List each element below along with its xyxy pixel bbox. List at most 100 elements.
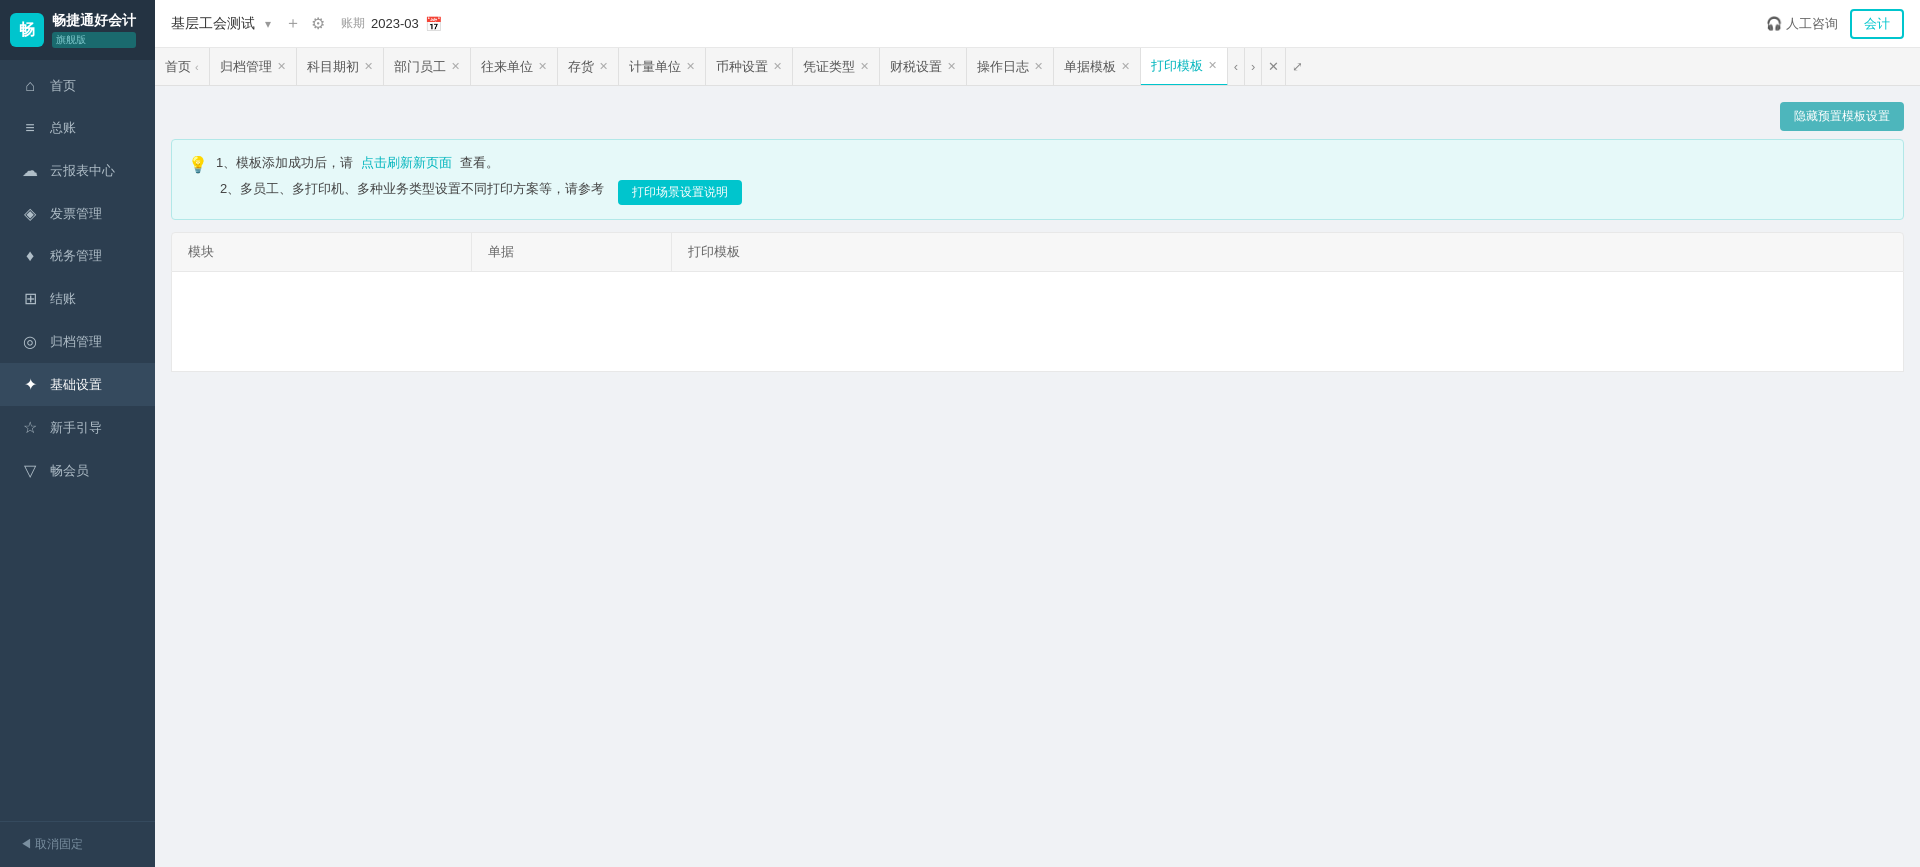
tab-next-btn[interactable]: › — [1245, 48, 1262, 86]
tab-close-print_template[interactable]: ✕ — [1208, 59, 1217, 72]
kuaiji-button[interactable]: 会计 — [1850, 9, 1904, 39]
sidebar-label-tax: 税务管理 — [50, 247, 102, 265]
tab-inventory[interactable]: 存货 ✕ — [558, 48, 619, 86]
print-scene-btn[interactable]: 打印场景设置说明 — [618, 180, 742, 205]
tab-label-print_template: 打印模板 — [1151, 57, 1203, 75]
logo-main-text: 畅捷通好会计 — [52, 12, 136, 30]
tab-label-inventory: 存货 — [568, 58, 594, 76]
sidebar-label-vip: 畅会员 — [50, 462, 89, 480]
tab-expand-btn[interactable]: ⤢ — [1286, 48, 1309, 86]
sidebar-logo: 畅 畅捷通好会计 旗舰版 — [0, 0, 155, 60]
main-area: 基层工会测试 ▾ ＋ ⚙ 账期 2023-03 📅 🎧 人工咨询 会计 首页 ‹… — [155, 0, 1920, 867]
headphone-icon: 🎧 — [1766, 16, 1782, 31]
sidebar-label-home: 首页 — [50, 77, 76, 95]
sidebar-item-home[interactable]: ⌂ 首页 — [0, 65, 155, 107]
sidebar-item-invoice[interactable]: ◈ 发票管理 — [0, 192, 155, 235]
tab-label-dept: 部门员工 — [394, 58, 446, 76]
tab-label-unit: 计量单位 — [629, 58, 681, 76]
sidebar-item-guide[interactable]: ☆ 新手引导 — [0, 406, 155, 449]
sidebar-item-tax[interactable]: ♦ 税务管理 — [0, 235, 155, 277]
reports-icon: ☁ — [20, 161, 40, 180]
sidebar-label-invoice: 发票管理 — [50, 205, 102, 223]
tab-tax_settings[interactable]: 财税设置 ✕ — [880, 48, 967, 86]
tab-label-voucher_type: 凭证类型 — [803, 58, 855, 76]
info-box: 💡 1、模板添加成功后，请 点击刷新新页面 查看。 2、多员工、多打印机、多种业… — [171, 139, 1904, 220]
add-company-btn[interactable]: ＋ — [285, 13, 301, 34]
tab-print_template[interactable]: 打印模板 ✕ — [1141, 48, 1228, 86]
sidebar-item-ledger[interactable]: ≡ 总账 — [0, 107, 155, 149]
tab-close-voucher_type[interactable]: ✕ — [860, 60, 869, 73]
info-line1-suffix: 查看。 — [460, 154, 499, 172]
vip-icon: ▽ — [20, 461, 40, 480]
tab-label-single_form: 单据模板 — [1064, 58, 1116, 76]
calendar-icon[interactable]: 📅 — [425, 16, 442, 32]
sidebar-nav: ⌂ 首页≡ 总账☁ 云报表中心◈ 发票管理♦ 税务管理⊞ 结账◎ 归档管理✦ 基… — [0, 60, 155, 821]
tab-close-single_form[interactable]: ✕ — [1121, 60, 1130, 73]
tab-partner[interactable]: 往来单位 ✕ — [471, 48, 558, 86]
tab-close-unit[interactable]: ✕ — [686, 60, 695, 73]
sidebar-label-guide: 新手引导 — [50, 419, 102, 437]
tab-single_form[interactable]: 单据模板 ✕ — [1054, 48, 1141, 86]
tab-close-partner[interactable]: ✕ — [538, 60, 547, 73]
col-template: 打印模板 — [672, 233, 1903, 271]
sidebar-item-basic[interactable]: ✦ 基础设置 — [0, 363, 155, 406]
home-icon: ⌂ — [20, 77, 40, 95]
sidebar-item-settlement[interactable]: ⊞ 结账 — [0, 277, 155, 320]
tab-close-currency[interactable]: ✕ — [773, 60, 782, 73]
sidebar-unpin-btn[interactable]: ◀ 取消固定 — [0, 821, 155, 867]
tab-operation_log[interactable]: 操作日志✕ — [967, 48, 1054, 86]
info-line2-prefix: 2、多员工、多打印机、多种业务类型设置不同打印方案等，请参考 — [220, 180, 604, 198]
tab-label-tax_settings: 财税设置 — [890, 58, 942, 76]
basic-icon: ✦ — [20, 375, 40, 394]
tab-close-all-btn[interactable]: ✕ — [1262, 48, 1286, 86]
tab-currency[interactable]: 币种设置 ✕ — [706, 48, 793, 86]
service-label: 人工咨询 — [1786, 15, 1838, 33]
topbar-right: 🎧 人工咨询 会计 — [1766, 9, 1904, 39]
sidebar-label-archive: 归档管理 — [50, 333, 102, 351]
tab-unit[interactable]: 计量单位 ✕ — [619, 48, 706, 86]
tab-archive[interactable]: 归档管理✕ — [210, 48, 297, 86]
logo-sub-text: 旗舰版 — [52, 32, 136, 48]
col-single: 单据 — [472, 233, 672, 271]
tab-voucher_type[interactable]: 凭证类型 ✕ — [793, 48, 880, 86]
logo-text: 畅捷通好会计 旗舰版 — [52, 12, 136, 48]
bulb-icon: 💡 — [188, 155, 208, 174]
tab-dept[interactable]: 部门员工 ✕ — [384, 48, 471, 86]
archive-icon: ◎ — [20, 332, 40, 351]
tab-close-inventory[interactable]: ✕ — [599, 60, 608, 73]
sidebar-label-reports: 云报表中心 — [50, 162, 115, 180]
sidebar-label-ledger: 总账 — [50, 119, 76, 137]
topbar: 基层工会测试 ▾ ＋ ⚙ 账期 2023-03 📅 🎧 人工咨询 会计 — [155, 0, 1920, 48]
sidebar-item-archive[interactable]: ◎ 归档管理 — [0, 320, 155, 363]
tab-close-archive[interactable]: ✕ — [277, 60, 286, 73]
tab-close-subject[interactable]: ✕ — [364, 60, 373, 73]
content-area: 隐藏预置模板设置 💡 1、模板添加成功后，请 点击刷新新页面 查看。 2、多员工… — [155, 86, 1920, 867]
ledger-icon: ≡ — [20, 119, 40, 137]
tabbar: 首页 ‹ 归档管理✕科目期初✕部门员工✕往来单位✕存货✕计量单位✕币种设置✕凭证… — [155, 48, 1920, 86]
refresh-page-link[interactable]: 点击刷新新页面 — [361, 154, 452, 172]
home-arrow-icon: ‹ — [195, 61, 199, 73]
tab-subject[interactable]: 科目期初 ✕ — [297, 48, 384, 86]
info-line1-prefix: 1、模板添加成功后，请 — [216, 154, 353, 172]
tab-label-currency: 币种设置 — [716, 58, 768, 76]
tab-close-tax_settings[interactable]: ✕ — [947, 60, 956, 73]
sidebar-item-reports[interactable]: ☁ 云报表中心 — [0, 149, 155, 192]
company-dropdown-icon[interactable]: ▾ — [265, 17, 271, 31]
service-btn[interactable]: 🎧 人工咨询 — [1766, 15, 1838, 33]
sidebar: 畅 畅捷通好会计 旗舰版 ⌂ 首页≡ 总账☁ 云报表中心◈ 发票管理♦ 税务管理… — [0, 0, 155, 867]
tab-close-dept[interactable]: ✕ — [451, 60, 460, 73]
period-area: 账期 2023-03 📅 — [341, 15, 442, 32]
sidebar-item-vip[interactable]: ▽ 畅会员 — [0, 449, 155, 492]
tab-label-partner: 往来单位 — [481, 58, 533, 76]
tab-home[interactable]: 首页 ‹ — [155, 48, 210, 86]
info-row-2: 2、多员工、多打印机、多种业务类型设置不同打印方案等，请参考 打印场景设置说明 — [188, 180, 1887, 205]
tab-label-subject: 科目期初 — [307, 58, 359, 76]
company-name: 基层工会测试 — [171, 15, 255, 33]
home-label: 首页 — [165, 58, 191, 76]
settings-gear-icon[interactable]: ⚙ — [311, 14, 325, 33]
tax-icon: ♦ — [20, 247, 40, 265]
hide-template-btn[interactable]: 隐藏预置模板设置 — [1780, 102, 1904, 131]
sidebar-label-settlement: 结账 — [50, 290, 76, 308]
tab-prev-btn[interactable]: ‹ — [1228, 48, 1245, 86]
tab-close-operation_log[interactable]: ✕ — [1034, 60, 1043, 73]
